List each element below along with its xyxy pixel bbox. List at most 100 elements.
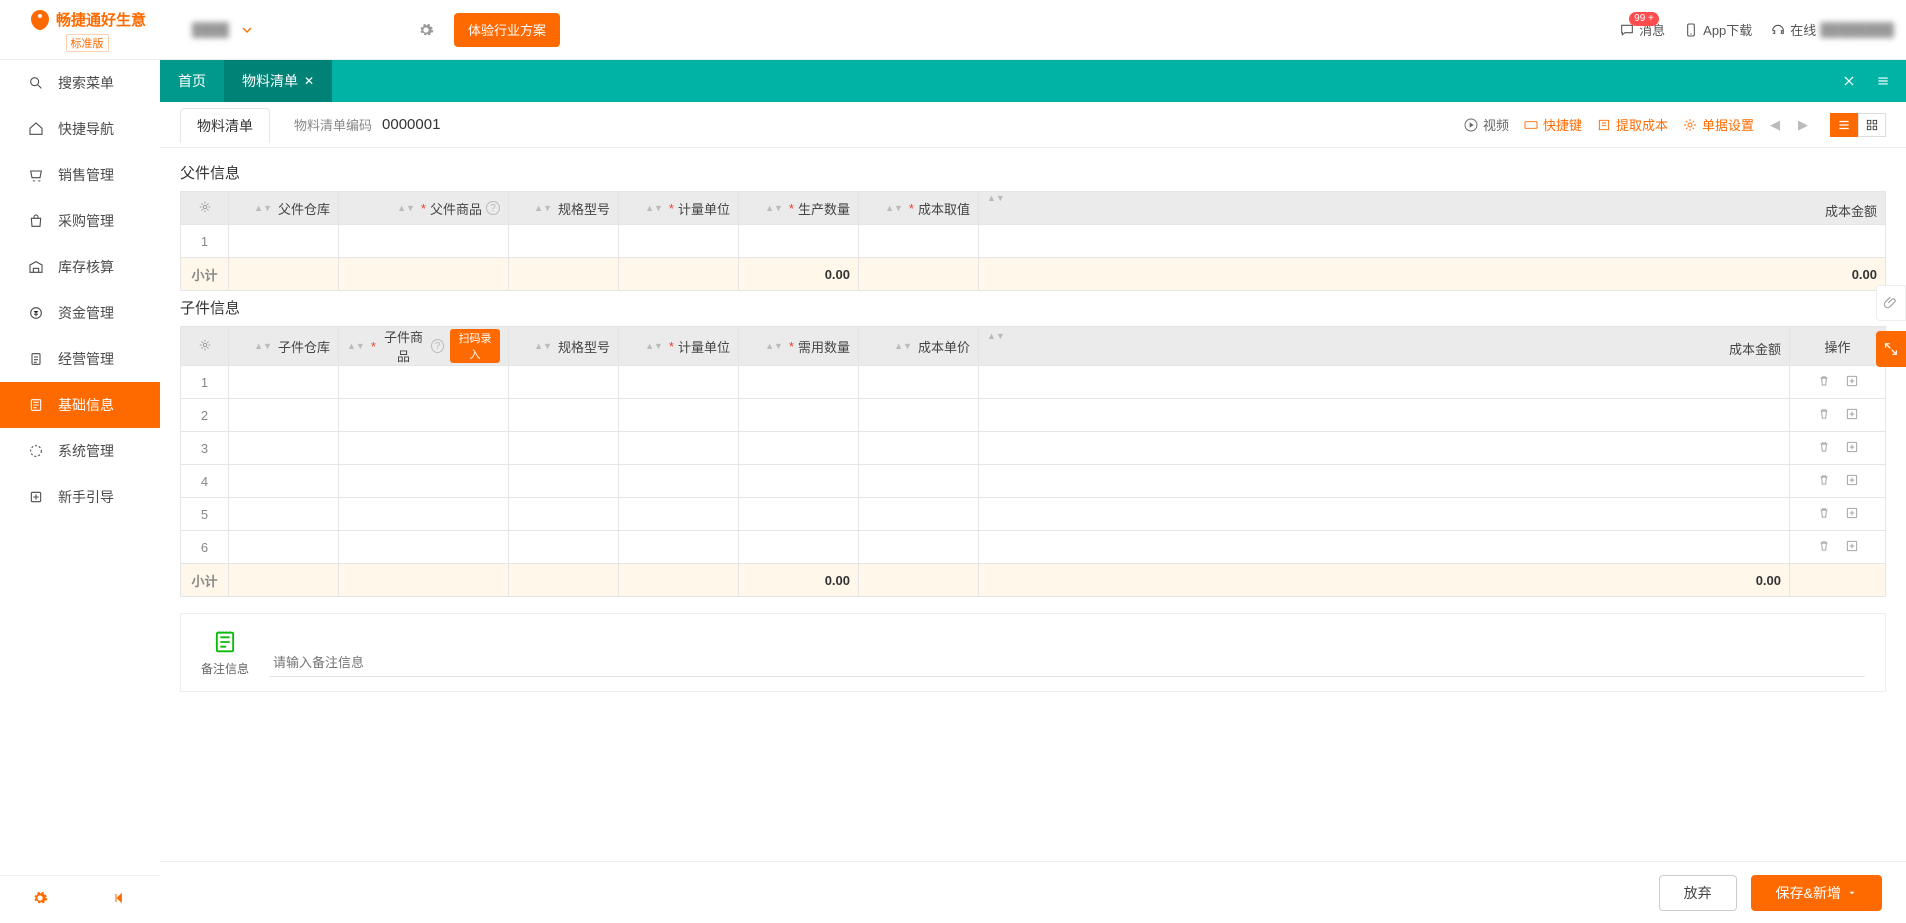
save-and-new-button[interactable]: 保存&新增 [1751,875,1882,911]
sidebar-item-purchase[interactable]: 采购管理 [0,198,160,244]
add-row-button[interactable] [1845,407,1859,424]
cell[interactable] [509,531,619,564]
cell[interactable] [619,399,739,432]
delete-row-button[interactable] [1817,440,1831,457]
delete-row-button[interactable] [1817,506,1831,523]
cell[interactable] [859,432,979,465]
sidebar-item-business[interactable]: 经营管理 [0,336,160,382]
cell[interactable] [229,465,339,498]
view-list-button[interactable] [1830,113,1858,137]
cell[interactable] [339,531,509,564]
child-row[interactable]: 4 [181,465,1886,498]
cell[interactable] [509,432,619,465]
cell[interactable] [859,465,979,498]
messages-button[interactable]: 99 + 消息 [1619,20,1665,39]
cell[interactable] [859,366,979,399]
cell[interactable] [979,366,1790,399]
tab-bom[interactable]: 物料清单 ✕ [224,60,332,102]
card-tab[interactable]: 物料清单 [180,108,270,143]
discard-button[interactable]: 放弃 [1659,875,1737,911]
cell[interactable] [979,432,1790,465]
expand-handle[interactable] [1876,331,1906,367]
cell[interactable] [229,399,339,432]
view-card-button[interactable] [1858,113,1886,137]
content-scroll[interactable]: 父件信息 ▲▼父件仓库 ▲▼*父件商品? ▲▼规格型号 ▲▼*计量单位 ▲▼*生… [160,148,1906,861]
sidebar-item-guide[interactable]: 新手引导 [0,474,160,520]
org-settings-button[interactable] [412,16,440,44]
online-support-button[interactable]: 在线 ████████ [1770,20,1894,39]
cell[interactable] [619,366,739,399]
delete-row-button[interactable] [1817,473,1831,490]
sidebar-settings-button[interactable] [32,890,48,909]
grid-config-header[interactable] [181,192,229,225]
org-selector[interactable]: ████ [192,22,412,38]
sidebar-item-basedata[interactable]: 基础信息 [0,382,160,428]
col-parent-product[interactable]: ▲▼*父件商品? [339,192,509,225]
cell[interactable] [509,498,619,531]
col-child-spec[interactable]: ▲▼规格型号 [509,327,619,366]
add-row-button[interactable] [1845,374,1859,391]
child-row[interactable]: 1 [181,366,1886,399]
hotkey-link[interactable]: 快捷键 [1523,115,1582,134]
cta-button[interactable]: 体验行业方案 [454,13,560,47]
cell[interactable] [979,498,1790,531]
cell[interactable] [739,399,859,432]
cell[interactable] [739,432,859,465]
cell[interactable] [509,366,619,399]
help-icon[interactable]: ? [431,339,444,353]
cell[interactable] [339,498,509,531]
cell[interactable] [739,465,859,498]
cell[interactable] [339,366,509,399]
child-row[interactable]: 5 [181,498,1886,531]
col-parent-costamount[interactable]: ▲▼成本金额 [979,192,1886,225]
cell[interactable] [859,498,979,531]
cell[interactable] [339,432,509,465]
cell[interactable] [339,225,509,258]
doc-settings-link[interactable]: 单据设置 [1682,115,1754,134]
help-icon[interactable]: ? [486,201,500,215]
cell[interactable] [509,225,619,258]
cell[interactable] [979,465,1790,498]
remark-input[interactable] [269,643,1865,677]
cell[interactable] [859,531,979,564]
add-row-button[interactable] [1845,539,1859,556]
delete-row-button[interactable] [1817,407,1831,424]
delete-row-button[interactable] [1817,374,1831,391]
sidebar-item-search[interactable]: 搜索菜单 [0,60,160,106]
cell[interactable] [739,498,859,531]
cell[interactable] [619,465,739,498]
cell[interactable] [859,225,979,258]
cell[interactable] [509,465,619,498]
cell[interactable] [339,399,509,432]
col-child-warehouse[interactable]: ▲▼子件仓库 [229,327,339,366]
cell[interactable] [859,399,979,432]
cell[interactable] [619,531,739,564]
cell[interactable] [979,531,1790,564]
tabstrip-more-button[interactable] [1868,66,1898,96]
col-child-qty[interactable]: ▲▼*需用数量 [739,327,859,366]
child-row[interactable]: 6 [181,531,1886,564]
prev-record-button[interactable]: ◀ [1768,117,1782,133]
tab-home[interactable]: 首页 [160,60,224,102]
sidebar-item-system[interactable]: 系统管理 [0,428,160,474]
cell[interactable] [619,432,739,465]
grid-config-header[interactable] [181,327,229,366]
child-row[interactable]: 3 [181,432,1886,465]
cell[interactable] [229,498,339,531]
col-parent-qty[interactable]: ▲▼*生产数量 [739,192,859,225]
cell[interactable] [979,399,1790,432]
cell[interactable] [619,498,739,531]
attachment-handle[interactable] [1876,285,1906,321]
cell[interactable] [229,225,339,258]
col-parent-unit[interactable]: ▲▼*计量单位 [619,192,739,225]
cell[interactable] [339,465,509,498]
video-link[interactable]: 视频 [1463,115,1509,134]
col-parent-spec[interactable]: ▲▼规格型号 [509,192,619,225]
parent-row[interactable]: 1 [181,225,1886,258]
cell[interactable] [739,531,859,564]
add-row-button[interactable] [1845,506,1859,523]
close-icon[interactable]: ✕ [304,74,314,88]
cell[interactable] [229,432,339,465]
cell[interactable] [509,399,619,432]
add-row-button[interactable] [1845,440,1859,457]
